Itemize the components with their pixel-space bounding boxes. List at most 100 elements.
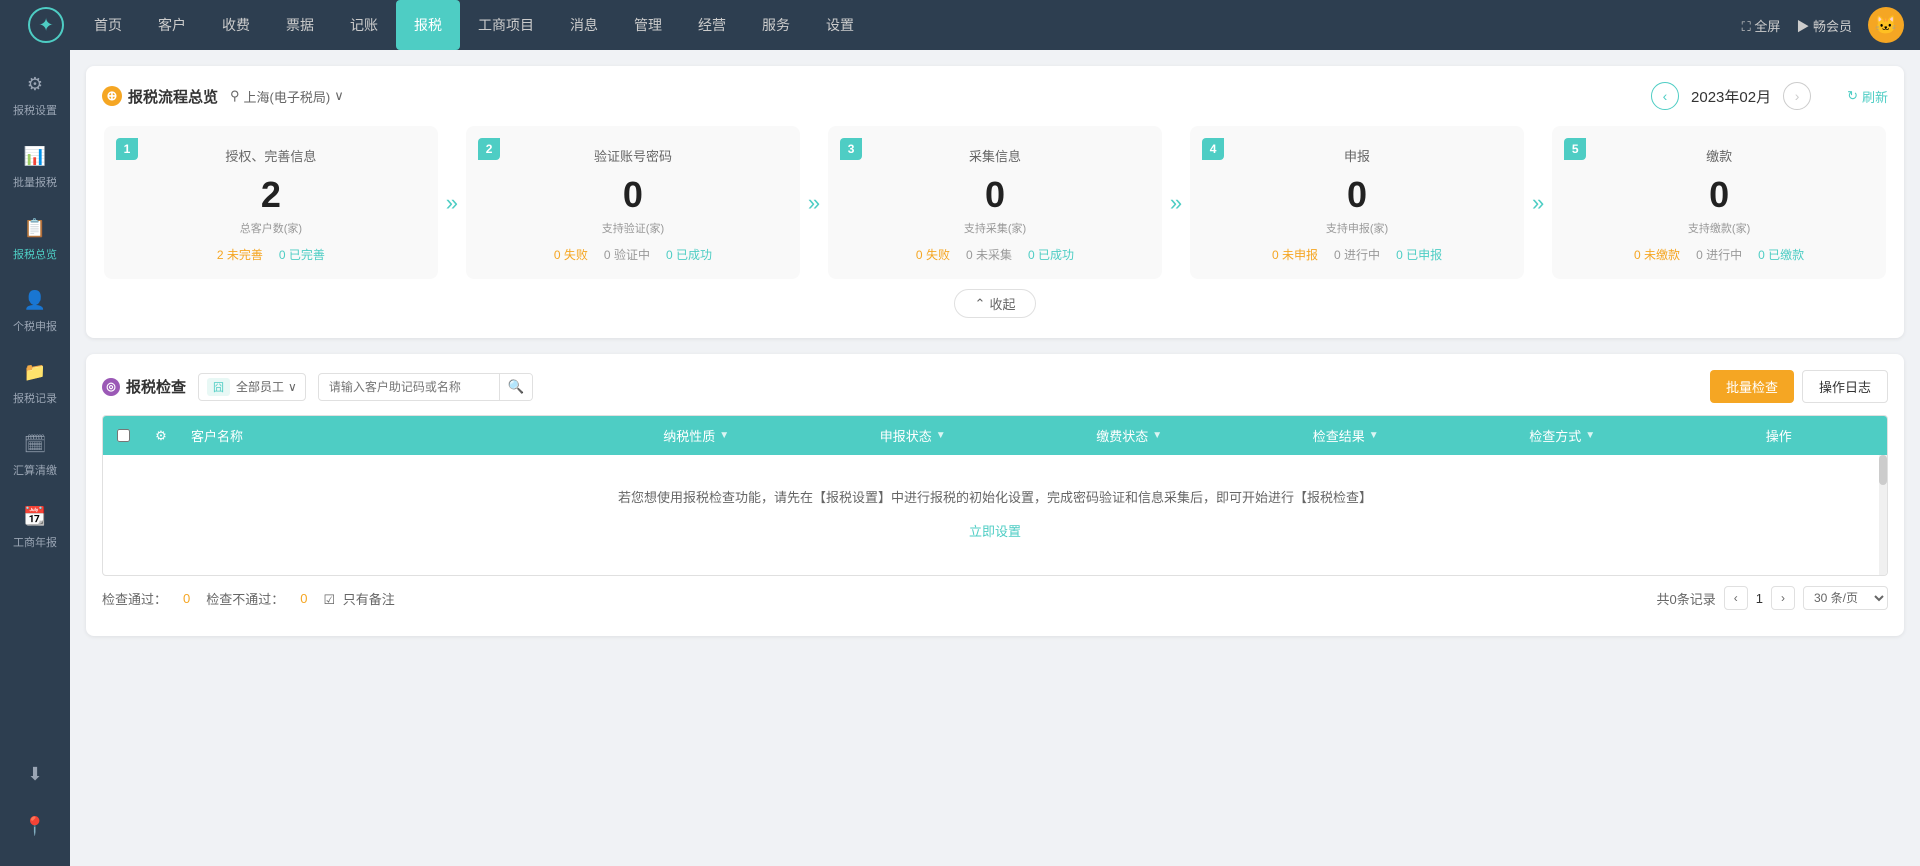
stat-declared: 0 已申报 (1396, 246, 1442, 263)
nav-fee[interactable]: 收费 (204, 0, 268, 50)
filter-icon-4[interactable]: ▼ (1369, 430, 1379, 441)
nav-settings[interactable]: 设置 (808, 0, 872, 50)
nav-message[interactable]: 消息 (552, 0, 616, 50)
nav-business[interactable]: 工商项目 (460, 0, 552, 50)
search-button[interactable]: 🔍 (499, 374, 533, 400)
sidebar-item-tax-overview[interactable]: 📋 报税总览 (0, 204, 70, 272)
refresh-btn[interactable]: ↻ 刷新 (1847, 87, 1888, 106)
step-label-3: 支持采集(家) (844, 220, 1146, 236)
arrow-4-5: » (1526, 190, 1550, 216)
sidebar-bottom: ⬇ 📍 (0, 750, 70, 866)
th-customer-name: 客户名称 (179, 416, 588, 455)
sidebar-item-personal-tax[interactable]: 👤 个税申报 (0, 276, 70, 344)
collapse-btn[interactable]: ⌃ 收起 (954, 289, 1037, 318)
next-page-btn[interactable]: › (1771, 586, 1795, 610)
annual-report-icon: 📆 (21, 502, 49, 530)
th-gear[interactable]: ⚙ (143, 416, 179, 455)
search-input[interactable] (319, 375, 499, 399)
setup-link[interactable]: 立即设置 (969, 519, 1021, 545)
fail-value[interactable]: 0 (300, 591, 307, 606)
employee-selector[interactable]: 囧 全部员工 ∨ (198, 373, 306, 401)
check-header: ◎ 报税检查 囧 全部员工 ∨ 🔍 批量检查 操作日志 (102, 370, 1888, 403)
nav-manage[interactable]: 管理 (616, 0, 680, 50)
filter-icon-3[interactable]: ▼ (1152, 430, 1162, 441)
empty-text: 若您想使用报税检查功能，请先在【报税设置】中进行报税的初始化设置，完成密码验证和… (618, 485, 1372, 511)
stat-fail-2: 0 失败 (554, 246, 588, 263)
flow-overview-header: ⊕ 报税流程总览 ⚲ 上海(电子税局) ∨ ‹ 2023年02月 › ↻ 刷新 (102, 82, 1888, 110)
step-num-5: 5 (1564, 138, 1586, 160)
sidebar-download[interactable]: ⬇ (0, 750, 70, 798)
step-count-2: 0 (482, 173, 784, 216)
nav-bill[interactable]: 票据 (268, 0, 332, 50)
filter-icon-2[interactable]: ▼ (936, 430, 946, 441)
th-action: 操作 (1671, 416, 1888, 455)
tax-record-icon: 📁 (21, 358, 49, 386)
select-all-checkbox[interactable] (117, 429, 130, 442)
logo-icon: ✦ (28, 7, 64, 43)
th-check-result: 检查结果 ▼ (1238, 416, 1455, 455)
nav-service[interactable]: 服务 (744, 0, 808, 50)
scroll-bar[interactable] (1879, 455, 1887, 575)
step-label-4: 支持申报(家) (1206, 220, 1508, 236)
prev-month-btn[interactable]: ‹ (1651, 82, 1679, 110)
step-label-5: 支持缴款(家) (1568, 220, 1870, 236)
fail-label: 检查不通过： (206, 589, 284, 608)
step-count-5: 0 (1568, 173, 1870, 216)
th-checkbox[interactable] (103, 416, 143, 455)
th-tax-nature: 纳税性质 ▼ (588, 416, 805, 455)
avatar[interactable]: 🐱 (1868, 7, 1904, 43)
page-size-selector[interactable]: 30 条/页 50 条/页 100 条/页 (1803, 586, 1888, 610)
nav-account[interactable]: 记账 (332, 0, 396, 50)
sidebar-item-annual-settle[interactable]: 🗓 汇算清缴 (0, 420, 70, 488)
nav-right: ⛶ 全屏 ▶ 畅会员 🐱 (1742, 7, 1904, 43)
flow-step-2: 2 验证账号密码 0 支持验证(家) 0 失败 0 验证中 0 已成功 (466, 126, 800, 279)
chevron-down-icon: ∨ (334, 88, 344, 104)
location-selector[interactable]: ⚲ 上海(电子税局) ∨ (230, 87, 344, 106)
batch-check-btn[interactable]: 批量检查 (1710, 370, 1794, 403)
step-title-2: 验证账号密码 (482, 146, 784, 165)
tax-check-card: ◎ 报税检查 囧 全部员工 ∨ 🔍 批量检查 操作日志 ⚙ (86, 354, 1904, 636)
sidebar-item-batch-tax[interactable]: 📊 批量报税 (0, 132, 70, 200)
stat-success-3: 0 已成功 (1028, 246, 1074, 263)
th-pay-status: 缴费状态 ▼ (1021, 416, 1238, 455)
filter-icon-1[interactable]: ▼ (719, 430, 729, 441)
nav-operation[interactable]: 经营 (680, 0, 744, 50)
filter-icon-5[interactable]: ▼ (1585, 430, 1595, 441)
tag-all-employees: 囧 (207, 378, 230, 396)
table-empty-state: 若您想使用报税检查功能，请先在【报税设置】中进行报税的初始化设置，完成密码验证和… (103, 455, 1887, 575)
nav-customer[interactable]: 客户 (140, 0, 204, 50)
step-stats-3: 0 失败 0 未采集 0 已成功 (844, 246, 1146, 263)
note-checkbox[interactable]: ☑ (324, 592, 336, 607)
arrow-3-4: » (1164, 190, 1188, 216)
member-btn[interactable]: ▶ 畅会员 (1796, 16, 1852, 35)
sidebar-location[interactable]: 📍 (0, 802, 70, 850)
table-scroll: 若您想使用报税检查功能，请先在【报税设置】中进行报税的初始化设置，完成密码验证和… (103, 455, 1887, 575)
month-nav: ‹ 2023年02月 › (1651, 82, 1811, 110)
sidebar-item-tax-record[interactable]: 📁 报税记录 (0, 348, 70, 416)
nav-tax[interactable]: 报税 (396, 0, 460, 50)
th-check-method: 检查方式 ▼ (1454, 416, 1671, 455)
nav-home[interactable]: 首页 (76, 0, 140, 50)
next-month-btn[interactable]: › (1783, 82, 1811, 110)
operation-log-btn[interactable]: 操作日志 (1802, 370, 1888, 403)
fullscreen-btn[interactable]: ⛶ 全屏 (1742, 16, 1781, 35)
stat-success-2: 0 已成功 (666, 246, 712, 263)
tax-settings-icon: ⚙ (21, 70, 49, 98)
stat-uncollected-3: 0 未采集 (966, 246, 1012, 263)
collapse-icon: ⌃ (975, 296, 986, 312)
pass-value[interactable]: 0 (183, 591, 190, 606)
step-count-3: 0 (844, 173, 1146, 216)
table-footer: 检查通过： 0 检查不通过： 0 ☑ 只有备注 共0条记录 ‹ 1 › 30 条… (102, 576, 1888, 620)
sidebar-item-tax-settings[interactable]: ⚙ 报税设置 (0, 60, 70, 128)
sidebar: ⚙ 报税设置 📊 批量报税 📋 报税总览 👤 个税申报 📁 报税记录 🗓 汇算清… (0, 50, 70, 866)
prev-page-btn[interactable]: ‹ (1724, 586, 1748, 610)
step-stats-2: 0 失败 0 验证中 0 已成功 (482, 246, 784, 263)
nav-menu: 首页 客户 收费 票据 记账 报税 工商项目 消息 管理 经营 服务 设置 (76, 0, 1742, 50)
total-records: 共0条记录 (1657, 589, 1716, 608)
sidebar-item-annual-report[interactable]: 📆 工商年报 (0, 492, 70, 560)
scroll-thumb[interactable] (1879, 455, 1887, 485)
flow-step-1: 1 授权、完善信息 2 总客户数(家) 2 未完善 0 已完善 (104, 126, 438, 279)
th-declare-status: 申报状态 ▼ (805, 416, 1022, 455)
stat-unpaid: 0 未缴款 (1634, 246, 1680, 263)
stat-inprogress-5: 0 进行中 (1696, 246, 1742, 263)
